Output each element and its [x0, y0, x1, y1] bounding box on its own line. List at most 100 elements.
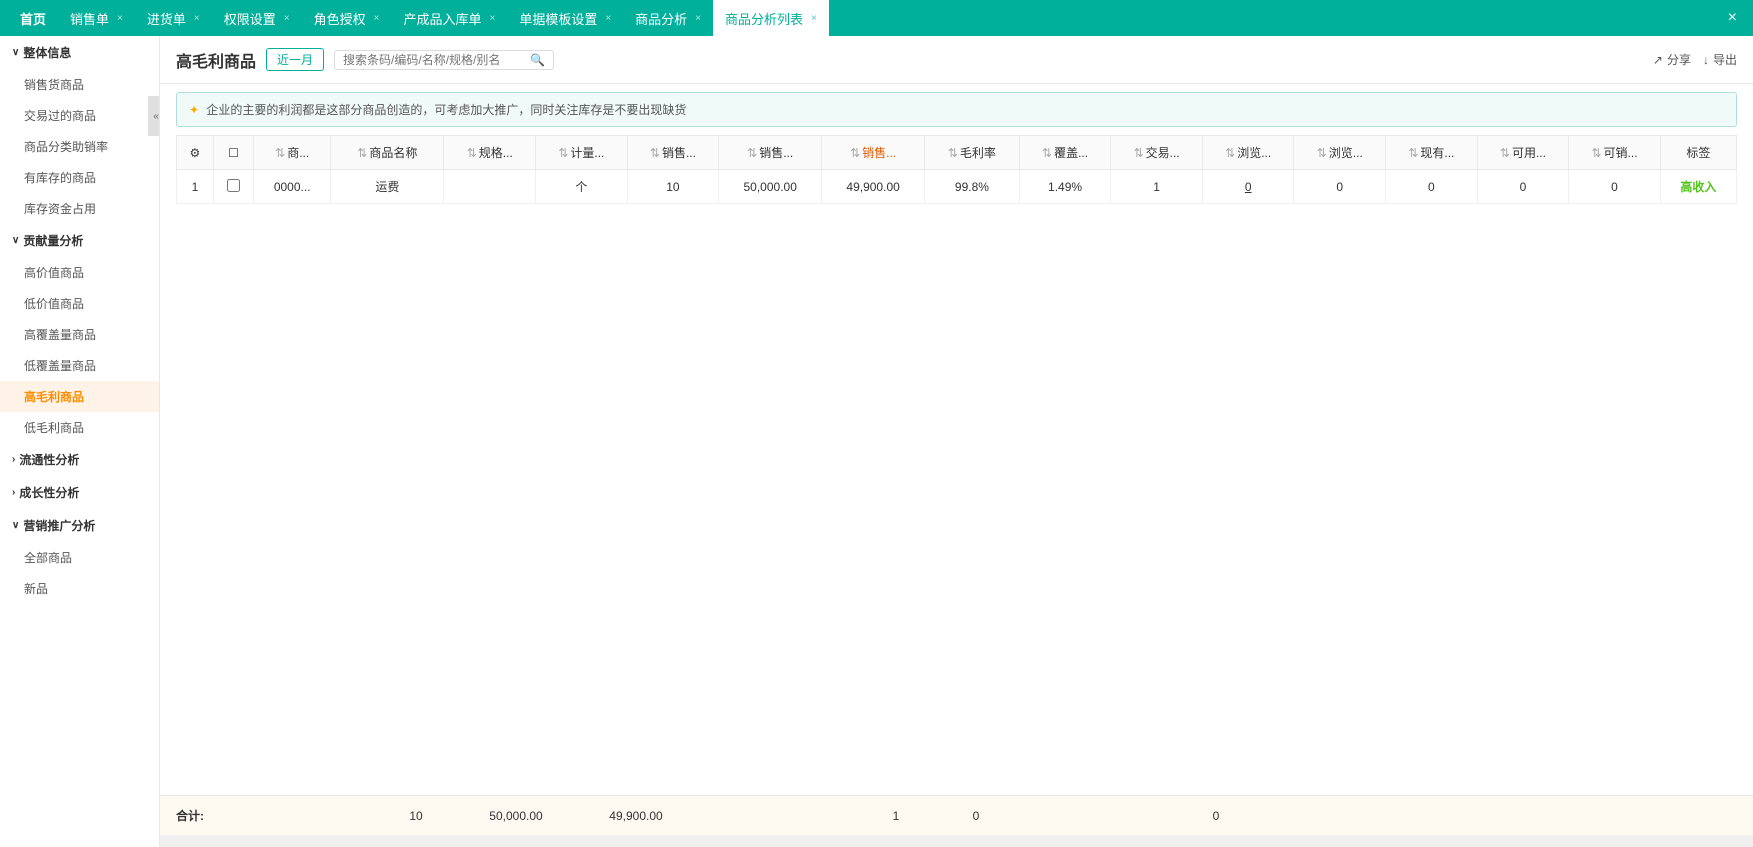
- cell-sales2: 50,000.00: [719, 170, 822, 204]
- col-available[interactable]: ⇅可用...: [1477, 136, 1569, 170]
- sidebar-group-marketing[interactable]: ∨ 营销推广分析: [0, 509, 159, 542]
- col-current[interactable]: ⇅现有...: [1386, 136, 1478, 170]
- nav-tab-purchase[interactable]: 进货单 ×: [135, 0, 212, 36]
- cell-spec: [444, 170, 536, 204]
- nav-tab-analysis-label: 商品分析: [635, 9, 687, 28]
- main-layout: « ∨ 整体信息 销售货商品 交易过的商品 商品分类助销率 有库存的商品 库存资…: [0, 36, 1753, 847]
- footer-cell-sales2: 50,000.00: [456, 809, 576, 823]
- col-tag[interactable]: 标签: [1660, 136, 1736, 170]
- close-icon[interactable]: ×: [374, 13, 380, 24]
- footer-cell-sales1: 10: [376, 809, 456, 823]
- close-icon[interactable]: ×: [284, 13, 290, 24]
- sidebar-item-traded-goods[interactable]: 交易过的商品: [0, 100, 159, 131]
- nav-tab-roles[interactable]: 角色授权 ×: [302, 0, 392, 36]
- sidebar-item-all-goods[interactable]: 全部商品: [0, 542, 159, 573]
- nav-tab-template-label: 单据模板设置: [519, 9, 597, 28]
- close-all-button[interactable]: ×: [1720, 9, 1745, 27]
- footer-label: 合计:: [176, 807, 376, 824]
- col-transaction[interactable]: ⇅交易...: [1111, 136, 1203, 170]
- chevron-down-icon: ∨: [12, 520, 19, 531]
- sidebar-item-stock-funds[interactable]: 库存资金占用: [0, 193, 159, 224]
- nav-tab-analysis-list-label: 商品分析列表: [725, 9, 803, 28]
- col-unit[interactable]: ⇅计量...: [536, 136, 628, 170]
- col-settings[interactable]: ⚙: [177, 136, 214, 170]
- cell-transaction: 1: [1111, 170, 1203, 204]
- content-header: 高毛利商品 近一月 🔍 ↗ 分享 ↓ 导出: [160, 36, 1753, 84]
- nav-tab-sales[interactable]: 销售单 ×: [58, 0, 135, 36]
- share-icon: ↗: [1653, 53, 1663, 67]
- col-coverage[interactable]: ⇅覆盖...: [1019, 136, 1111, 170]
- close-icon[interactable]: ×: [695, 13, 701, 24]
- sidebar-group-growth[interactable]: › 成长性分析: [0, 476, 159, 509]
- nav-tab-analysis[interactable]: 商品分析 ×: [623, 0, 713, 36]
- export-button[interactable]: ↓ 导出: [1703, 51, 1737, 68]
- sidebar-item-sales-goods[interactable]: 销售货商品: [0, 69, 159, 100]
- cell-code: 0000...: [254, 170, 331, 204]
- footer-total: 合计: 10 50,000.00 49,900.00 1 0 0: [160, 795, 1753, 835]
- info-banner: ✦ 企业的主要的利润都是这部分商品创造的，可考虑加大推广，同时关注库存是不要出现…: [176, 92, 1737, 127]
- col-gross-rate[interactable]: ⇅毛利率: [925, 136, 1020, 170]
- col-name[interactable]: ⇅商品名称: [331, 136, 444, 170]
- close-icon[interactable]: ×: [117, 13, 123, 24]
- close-icon[interactable]: ×: [605, 13, 611, 24]
- sidebar-item-low-coverage[interactable]: 低覆盖量商品: [0, 350, 159, 381]
- nav-tab-home[interactable]: 首页: [8, 0, 58, 36]
- nav-tab-inbound-label: 产成品入库单: [403, 9, 481, 28]
- search-box: 🔍: [334, 50, 554, 70]
- cell-sales3: 49,900.00: [822, 170, 925, 204]
- sidebar-item-low-margin[interactable]: 低毛利商品: [0, 412, 159, 443]
- sidebar-item-new-goods[interactable]: 新品: [0, 573, 159, 604]
- cell-coverage: 1.49%: [1019, 170, 1111, 204]
- sidebar-item-in-stock[interactable]: 有库存的商品: [0, 162, 159, 193]
- col-checkbox[interactable]: ☐: [213, 136, 253, 170]
- sidebar-item-high-coverage[interactable]: 高覆盖量商品: [0, 319, 159, 350]
- col-sales1[interactable]: ⇅销售...: [627, 136, 719, 170]
- footer-cell-coverage: [776, 809, 856, 823]
- chevron-down-icon: ∨: [12, 235, 19, 246]
- cell-checkbox[interactable]: [213, 170, 253, 204]
- col-spec[interactable]: ⇅规格...: [444, 136, 536, 170]
- nav-tab-template[interactable]: 单据模板设置 ×: [507, 0, 623, 36]
- chevron-right-icon: ›: [12, 487, 15, 498]
- col-sellable[interactable]: ⇅可销...: [1569, 136, 1661, 170]
- period-button[interactable]: 近一月: [266, 48, 324, 71]
- nav-tab-analysis-list[interactable]: 商品分析列表 ×: [713, 0, 829, 36]
- sidebar-item-high-margin[interactable]: 高毛利商品: [0, 381, 159, 412]
- col-browse1[interactable]: ⇅浏览...: [1202, 136, 1294, 170]
- horizontal-scrollbar[interactable]: [160, 835, 1753, 847]
- search-icon[interactable]: 🔍: [530, 53, 545, 67]
- sidebar-group-liquidity[interactable]: › 流通性分析: [0, 443, 159, 476]
- cell-name: 运费: [331, 170, 444, 204]
- nav-tab-permissions[interactable]: 权限设置 ×: [212, 0, 302, 36]
- close-icon[interactable]: ×: [811, 13, 817, 24]
- cell-index: 1: [177, 170, 214, 204]
- footer-cells: 10 50,000.00 49,900.00 1 0 0: [376, 809, 1737, 823]
- page-title: 高毛利商品: [176, 48, 256, 72]
- col-browse2[interactable]: ⇅浏览...: [1294, 136, 1386, 170]
- info-icon: ✦: [189, 103, 199, 117]
- close-icon[interactable]: ×: [194, 13, 200, 24]
- footer-cell-browse2: [1016, 809, 1096, 823]
- col-sales2[interactable]: ⇅销售...: [719, 136, 822, 170]
- nav-tab-inbound[interactable]: 产成品入库单 ×: [391, 0, 507, 36]
- sidebar-item-category-rate[interactable]: 商品分类助销率: [0, 131, 159, 162]
- share-button[interactable]: ↗ 分享: [1653, 51, 1691, 68]
- footer-cell-sales3: 49,900.00: [576, 809, 696, 823]
- sidebar-item-low-value[interactable]: 低价值商品: [0, 288, 159, 319]
- export-icon: ↓: [1703, 53, 1709, 67]
- sidebar-group-contribution[interactable]: ∨ 贡献量分析: [0, 224, 159, 257]
- cell-browse1[interactable]: 0: [1202, 170, 1294, 204]
- sidebar-group-overall[interactable]: ∨ 整体信息: [0, 36, 159, 69]
- sidebar: « ∨ 整体信息 销售货商品 交易过的商品 商品分类助销率 有库存的商品 库存资…: [0, 36, 160, 847]
- footer-cell-browse: 0: [936, 809, 1016, 823]
- sidebar-item-high-value[interactable]: 高价值商品: [0, 257, 159, 288]
- col-sales3[interactable]: ⇅销售...: [822, 136, 925, 170]
- col-code[interactable]: ⇅商...: [254, 136, 331, 170]
- sidebar-collapse-button[interactable]: «: [148, 96, 160, 136]
- nav-tab-home-label: 首页: [20, 9, 46, 28]
- close-icon[interactable]: ×: [489, 13, 495, 24]
- cell-sales1: 10: [627, 170, 719, 204]
- nav-tab-roles-label: 角色授权: [314, 9, 366, 28]
- nav-tab-sales-label: 销售单: [70, 9, 109, 28]
- search-input[interactable]: [343, 53, 526, 67]
